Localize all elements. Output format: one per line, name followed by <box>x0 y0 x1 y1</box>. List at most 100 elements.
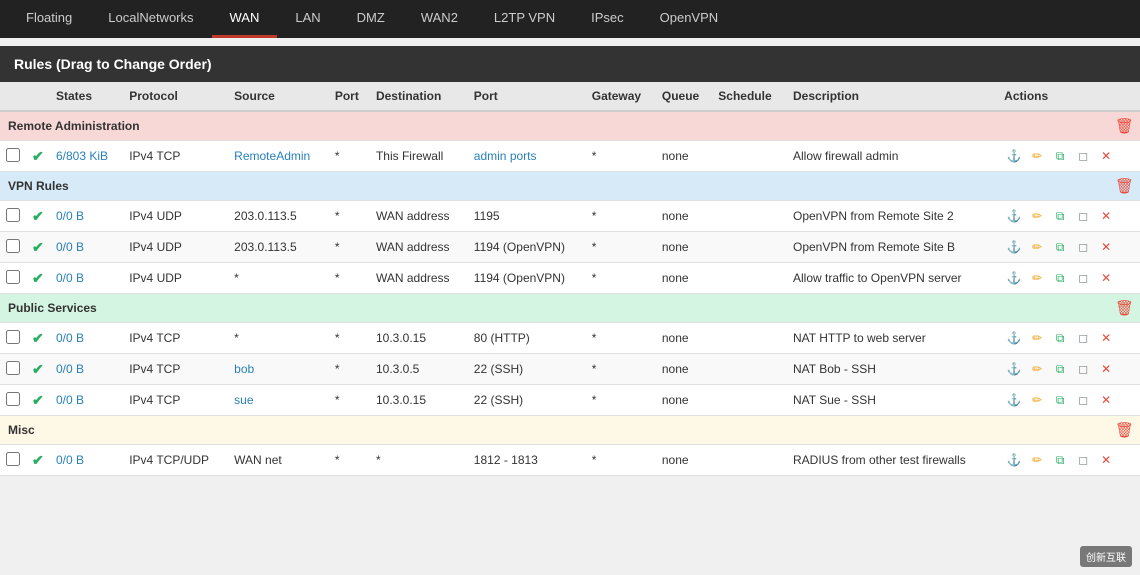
row-select-checkbox[interactable] <box>6 208 20 222</box>
anchor-icon[interactable]: ⚓ <box>1004 237 1024 257</box>
delete-icon[interactable]: ✕ <box>1096 450 1116 470</box>
states-link[interactable]: 0/0 B <box>56 240 84 254</box>
delete-icon[interactable]: ✕ <box>1096 328 1116 348</box>
port2-link[interactable]: admin ports <box>474 149 537 163</box>
anchor-icon[interactable]: ⚓ <box>1004 359 1024 379</box>
row-states[interactable]: 6/803 KiB <box>50 141 123 172</box>
anchor-icon[interactable]: ⚓ <box>1004 450 1024 470</box>
delete-icon[interactable]: ✕ <box>1096 146 1116 166</box>
tab-ipsec[interactable]: IPsec <box>573 0 642 38</box>
row-states[interactable]: 0/0 B <box>50 385 123 416</box>
states-link[interactable]: 0/0 B <box>56 393 84 407</box>
copy-icon[interactable]: ⧉ <box>1050 206 1070 226</box>
row-select-checkbox[interactable] <box>6 239 20 253</box>
section-trash-misc[interactable]: 🗑 <box>998 416 1140 445</box>
source-link[interactable]: bob <box>234 362 254 376</box>
row-description: NAT Sue - SSH <box>787 385 998 416</box>
delete-icon[interactable]: ✕ <box>1096 206 1116 226</box>
disable-icon[interactable]: ◻ <box>1073 206 1093 226</box>
disable-icon[interactable]: ◻ <box>1073 359 1093 379</box>
edit-icon[interactable]: ✏ <box>1027 237 1047 257</box>
states-link[interactable]: 0/0 B <box>56 271 84 285</box>
disable-icon[interactable]: ◻ <box>1073 328 1093 348</box>
delete-icon[interactable]: ✕ <box>1096 390 1116 410</box>
source-link[interactable]: sue <box>234 393 253 407</box>
trash-icon[interactable]: 🗑 <box>1115 300 1134 317</box>
delete-icon[interactable]: ✕ <box>1096 359 1116 379</box>
tab-dmz[interactable]: DMZ <box>339 0 403 38</box>
source-link[interactable]: RemoteAdmin <box>234 149 310 163</box>
row-select-checkbox[interactable] <box>6 392 20 406</box>
tab-openvpn[interactable]: OpenVPN <box>642 0 737 38</box>
states-link[interactable]: 0/0 B <box>56 362 84 376</box>
row-checkbox[interactable] <box>0 201 26 232</box>
disable-icon[interactable]: ◻ <box>1073 146 1093 166</box>
row-states[interactable]: 0/0 B <box>50 323 123 354</box>
row-states[interactable]: 0/0 B <box>50 263 123 294</box>
delete-icon[interactable]: ✕ <box>1096 268 1116 288</box>
disable-icon[interactable]: ◻ <box>1073 390 1093 410</box>
row-select-checkbox[interactable] <box>6 148 20 162</box>
disable-icon[interactable]: ◻ <box>1073 237 1093 257</box>
states-link[interactable]: 6/803 KiB <box>56 149 108 163</box>
copy-icon[interactable]: ⧉ <box>1050 450 1070 470</box>
row-states[interactable]: 0/0 B <box>50 354 123 385</box>
row-enabled: ✔ <box>26 263 50 294</box>
copy-icon[interactable]: ⧉ <box>1050 268 1070 288</box>
tab-localnetworks[interactable]: LocalNetworks <box>90 0 211 38</box>
copy-icon[interactable]: ⧉ <box>1050 146 1070 166</box>
tab-l2tp-vpn[interactable]: L2TP VPN <box>476 0 573 38</box>
row-checkbox[interactable] <box>0 263 26 294</box>
row-checkbox[interactable] <box>0 385 26 416</box>
copy-icon[interactable]: ⧉ <box>1050 359 1070 379</box>
edit-icon[interactable]: ✏ <box>1027 328 1047 348</box>
copy-icon[interactable]: ⧉ <box>1050 328 1070 348</box>
trash-icon[interactable]: 🗑 <box>1115 422 1134 439</box>
row-select-checkbox[interactable] <box>6 270 20 284</box>
edit-icon[interactable]: ✏ <box>1027 146 1047 166</box>
tab-wan[interactable]: WAN <box>212 0 278 38</box>
section-trash-remote[interactable]: 🗑 <box>998 111 1140 141</box>
row-select-checkbox[interactable] <box>6 330 20 344</box>
copy-icon[interactable]: ⧉ <box>1050 237 1070 257</box>
anchor-icon[interactable]: ⚓ <box>1004 268 1024 288</box>
row-source[interactable]: RemoteAdmin <box>228 141 329 172</box>
tab-floating[interactable]: Floating <box>8 0 90 38</box>
anchor-icon[interactable]: ⚓ <box>1004 146 1024 166</box>
row-checkbox[interactable] <box>0 323 26 354</box>
disable-icon[interactable]: ◻ <box>1073 268 1093 288</box>
disable-icon[interactable]: ◻ <box>1073 450 1093 470</box>
anchor-icon[interactable]: ⚓ <box>1004 206 1024 226</box>
row-states[interactable]: 0/0 B <box>50 232 123 263</box>
edit-icon[interactable]: ✏ <box>1027 450 1047 470</box>
row-checkbox[interactable] <box>0 141 26 172</box>
row-checkbox[interactable] <box>0 445 26 476</box>
row-source[interactable]: bob <box>228 354 329 385</box>
tab-wan2[interactable]: WAN2 <box>403 0 476 38</box>
states-link[interactable]: 0/0 B <box>56 453 84 467</box>
edit-icon[interactable]: ✏ <box>1027 359 1047 379</box>
row-checkbox[interactable] <box>0 232 26 263</box>
edit-icon[interactable]: ✏ <box>1027 206 1047 226</box>
row-select-checkbox[interactable] <box>6 452 20 466</box>
edit-icon[interactable]: ✏ <box>1027 390 1047 410</box>
edit-icon[interactable]: ✏ <box>1027 268 1047 288</box>
row-source[interactable]: sue <box>228 385 329 416</box>
delete-icon[interactable]: ✕ <box>1096 237 1116 257</box>
row-select-checkbox[interactable] <box>6 361 20 375</box>
row-port2[interactable]: admin ports <box>468 141 586 172</box>
states-link[interactable]: 0/0 B <box>56 331 84 345</box>
anchor-icon[interactable]: ⚓ <box>1004 390 1024 410</box>
trash-icon[interactable]: 🗑 <box>1115 118 1134 135</box>
section-trash-public[interactable]: 🗑 <box>998 294 1140 323</box>
trash-icon[interactable]: 🗑 <box>1115 178 1134 195</box>
copy-icon[interactable]: ⧉ <box>1050 390 1070 410</box>
states-link[interactable]: 0/0 B <box>56 209 84 223</box>
row-states[interactable]: 0/0 B <box>50 445 123 476</box>
row-checkbox[interactable] <box>0 354 26 385</box>
section-trash-vpn[interactable]: 🗑 <box>998 172 1140 201</box>
anchor-icon[interactable]: ⚓ <box>1004 328 1024 348</box>
row-destination: This Firewall <box>370 141 468 172</box>
tab-lan[interactable]: LAN <box>277 0 338 38</box>
row-states[interactable]: 0/0 B <box>50 201 123 232</box>
